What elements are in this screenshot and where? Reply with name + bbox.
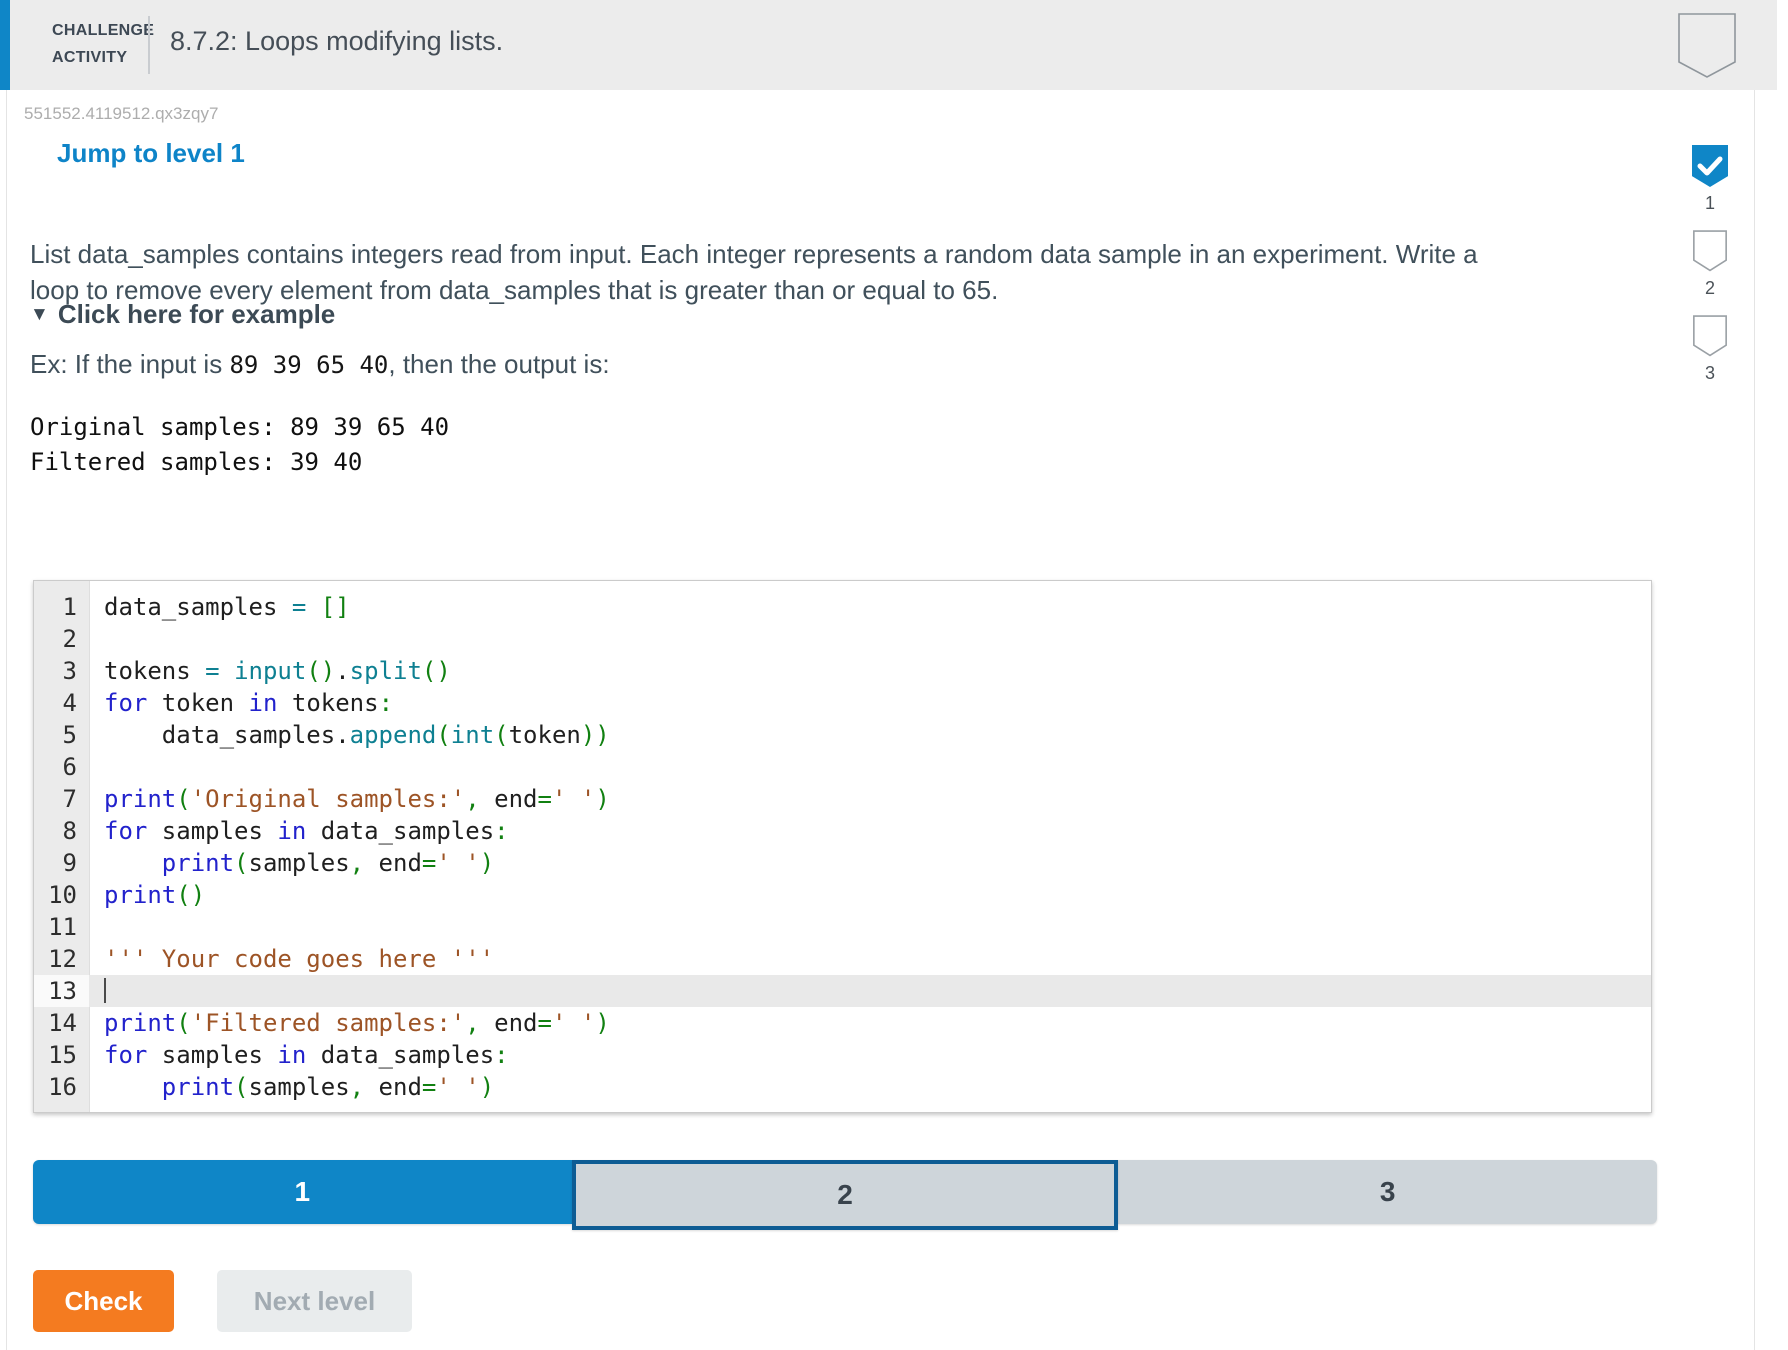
code-line-content: print(samples, end=' ') <box>161 1073 495 1101</box>
line-number: 1 <box>62 593 77 621</box>
example-sentence: Ex: If the input is 89 39 65 40, then th… <box>30 349 610 380</box>
line-number: 10 <box>48 881 77 909</box>
line-number: 2 <box>62 625 77 653</box>
code-line[interactable]: 4 for token in tokens: <box>34 687 1651 719</box>
example-toggle-label: Click here for example <box>57 299 336 329</box>
line-number: 4 <box>62 689 77 717</box>
code-line-content <box>89 911 1651 943</box>
example-prefix: Ex: If the input is <box>30 349 230 379</box>
activity-header: CHALLENGE ACTIVITY 8.7.2: Loops modifyin… <box>0 0 1777 90</box>
code-line[interactable]: 15 for samples in data_samples: <box>34 1039 1651 1071</box>
line-number: 13 <box>34 975 89 1007</box>
code-line-content: ''' Your code goes here ''' <box>104 945 495 973</box>
checkmark-icon <box>1697 156 1723 176</box>
problem-line-1: List data_samples contains integers read… <box>30 239 1478 269</box>
example-output: Original samples: 89 39 65 40 Filtered sa… <box>30 410 449 480</box>
example-toggle[interactable]: ▼ Click here for example <box>30 299 335 330</box>
code-line-content: data_samples.append(int(token)) <box>104 721 610 749</box>
code-line-content: for token in tokens: <box>104 689 394 717</box>
line-number: 3 <box>62 657 77 685</box>
code-line[interactable]: 9 print(samples, end=' ') <box>34 847 1651 879</box>
level-rail: 1 2 3 <box>1684 145 1736 400</box>
progress-segment[interactable]: 2 <box>571 1160 1119 1230</box>
example-output-line-1: Original samples: 89 39 65 40 <box>30 413 450 441</box>
level-number-label: 3 <box>1704 363 1715 383</box>
level-progress-bar: 123 <box>33 1160 1658 1230</box>
header-divider <box>148 16 150 74</box>
line-number: 8 <box>62 817 77 845</box>
line-number: 14 <box>48 1009 77 1037</box>
code-line-content <box>89 751 1651 783</box>
example-suffix: , then the output is: <box>388 349 610 379</box>
code-line-content <box>89 623 1651 655</box>
challenge-activity-label: CHALLENGE ACTIVITY <box>52 17 154 71</box>
code-line[interactable]: 2 <box>34 623 1651 655</box>
code-line-content <box>89 975 1651 1007</box>
code-line[interactable]: 3 tokens = input().split() <box>34 655 1651 687</box>
check-button[interactable]: Check <box>33 1270 174 1332</box>
activity-id: 551552.4119512.qx3zqy7 <box>24 104 219 123</box>
code-line[interactable]: 1 data_samples = [] <box>34 591 1651 623</box>
example-input-values: 89 39 65 40 <box>229 351 389 379</box>
card-left-border <box>6 90 7 1350</box>
code-line[interactable]: 12 ''' Your code goes here ''' <box>34 943 1651 975</box>
line-number: 16 <box>48 1073 77 1101</box>
code-line-content: for samples in data_samples: <box>104 817 509 845</box>
code-line-content: print(samples, end=' ') <box>161 849 495 877</box>
level-shield-empty <box>1693 315 1727 357</box>
code-line[interactable]: 8 for samples in data_samples: <box>34 815 1651 847</box>
jump-to-level-link[interactable]: Jump to level 1 <box>57 138 245 169</box>
code-line-content: print('Original samples:', end=' ') <box>104 785 610 813</box>
text-cursor <box>104 978 106 1003</box>
code-line[interactable]: 5 data_samples.append(int(token)) <box>34 719 1651 751</box>
kicker-line-1: CHALLENGE <box>52 22 155 39</box>
line-number: 12 <box>48 945 77 973</box>
level-shield-empty <box>1693 230 1727 272</box>
line-number: 11 <box>48 913 77 941</box>
kicker-line-2: ACTIVITY <box>52 49 128 66</box>
line-number: 6 <box>62 753 77 781</box>
header-accent-bar <box>0 0 10 90</box>
code-line-content: tokens = input().split() <box>104 657 451 685</box>
code-line[interactable]: 13 <box>34 975 1651 1007</box>
problem-statement: List data_samples contains integers read… <box>30 236 1730 308</box>
code-line-content: data_samples = [] <box>104 593 350 621</box>
code-line-content: print('Filtered samples:', end=' ') <box>104 1009 610 1037</box>
code-line[interactable]: 7 print('Original samples:', end=' ') <box>34 783 1651 815</box>
line-number: 7 <box>62 785 77 813</box>
line-number: 5 <box>62 721 77 749</box>
code-line-content: print() <box>104 881 206 909</box>
line-number: 9 <box>62 849 77 877</box>
line-number: 15 <box>48 1041 77 1069</box>
code-line[interactable]: 10 print() <box>34 879 1651 911</box>
code-line-content: for samples in data_samples: <box>104 1041 509 1069</box>
code-line[interactable]: 14 print('Filtered samples:', end=' ') <box>34 1007 1651 1039</box>
progress-segment[interactable]: 1 <box>33 1160 572 1224</box>
next-level-button[interactable]: Next level <box>217 1270 412 1332</box>
code-line[interactable]: 11 <box>34 911 1651 943</box>
progress-segment[interactable]: 3 <box>1118 1160 1658 1224</box>
code-line[interactable]: 16 print(samples, end=' ') <box>34 1071 1651 1103</box>
level-number-label: 2 <box>1704 278 1715 298</box>
triangle-down-icon: ▼ <box>30 304 49 325</box>
code-line[interactable]: 6 <box>34 751 1651 783</box>
card-right-border <box>1754 90 1755 1350</box>
activity-title: 8.7.2: Loops modifying lists. <box>170 26 504 56</box>
level-number-label: 1 <box>1704 193 1715 213</box>
example-output-line-2: Filtered samples: 39 40 <box>30 448 363 476</box>
shield-outline-icon <box>1678 13 1736 78</box>
code-editor[interactable]: 1 data_samples = [] 2 3 tokens = input()… <box>33 580 1652 1113</box>
level-shield-complete <box>1692 145 1728 187</box>
